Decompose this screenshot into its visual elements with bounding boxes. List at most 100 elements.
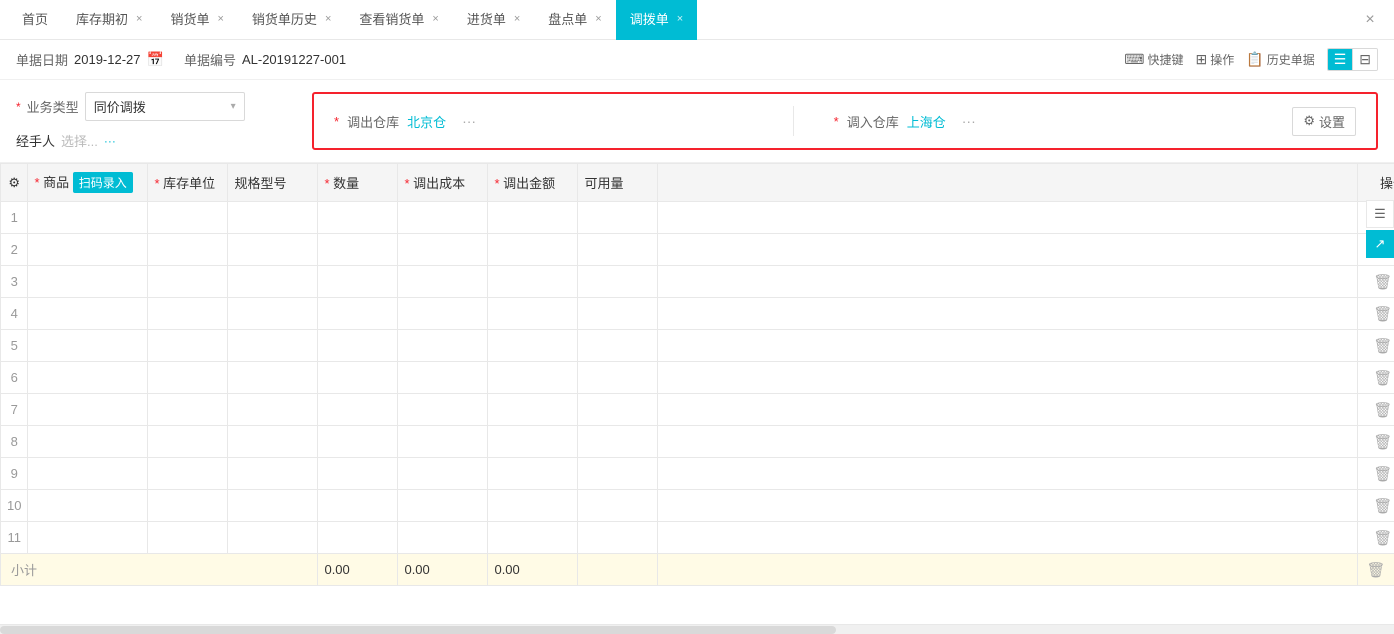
- cell-cost-2[interactable]: [398, 234, 488, 266]
- cell-available-9[interactable]: [578, 458, 658, 490]
- cell-spec-7[interactable]: [228, 394, 318, 426]
- tab-transfer-close[interactable]: ×: [677, 13, 683, 25]
- cell-cost-8[interactable]: [398, 426, 488, 458]
- cell-qty-5[interactable]: [318, 330, 398, 362]
- operation-action[interactable]: ⊞ 操作: [1196, 51, 1235, 68]
- window-close-button[interactable]: ×: [1354, 4, 1386, 36]
- delete-icon-4[interactable]: 🗑: [1373, 306, 1392, 323]
- shortcut-action[interactable]: ⌨ 快捷键: [1124, 51, 1183, 68]
- horizontal-scrollbar[interactable]: [0, 624, 1394, 634]
- tab-inventory-check[interactable]: 盘点单 ×: [534, 0, 615, 40]
- cell-amount-10[interactable]: [488, 490, 578, 522]
- cell-cost-9[interactable]: [398, 458, 488, 490]
- cell-amount-4[interactable]: [488, 298, 578, 330]
- cell-product-5[interactable]: [28, 330, 148, 362]
- cell-spec-2[interactable]: [228, 234, 318, 266]
- settings-button[interactable]: ⚙ 设置: [1292, 107, 1356, 136]
- cell-amount-6[interactable]: [488, 362, 578, 394]
- cell-available-1[interactable]: [578, 202, 658, 234]
- tab-purchase-order[interactable]: 进货单 ×: [453, 0, 534, 40]
- cell-cost-1[interactable]: [398, 202, 488, 234]
- cell-spec-8[interactable]: [228, 426, 318, 458]
- cell-amount-2[interactable]: [488, 234, 578, 266]
- cell-unit-9[interactable]: [148, 458, 228, 490]
- tab-purchase-order-close[interactable]: ×: [514, 13, 520, 25]
- cell-spec-10[interactable]: [228, 490, 318, 522]
- cell-unit-8[interactable]: [148, 426, 228, 458]
- cell-spec-3[interactable]: [228, 266, 318, 298]
- cell-spec-5[interactable]: [228, 330, 318, 362]
- cell-qty-8[interactable]: [318, 426, 398, 458]
- cell-product-10[interactable]: [28, 490, 148, 522]
- history-action[interactable]: 📋 历史单据: [1246, 51, 1314, 68]
- cell-spec-11[interactable]: [228, 522, 318, 554]
- delete-icon-11[interactable]: 🗑: [1373, 530, 1392, 547]
- cell-spec-9[interactable]: [228, 458, 318, 490]
- cell-spec-1[interactable]: [228, 202, 318, 234]
- tab-home[interactable]: 首页: [8, 0, 62, 40]
- delete-icon-8[interactable]: 🗑: [1373, 434, 1392, 451]
- cell-amount-7[interactable]: [488, 394, 578, 426]
- cell-amount-5[interactable]: [488, 330, 578, 362]
- cell-available-3[interactable]: [578, 266, 658, 298]
- cell-available-8[interactable]: [578, 426, 658, 458]
- warehouse-out-more-btn[interactable]: ···: [462, 113, 476, 129]
- tab-inventory-init-close[interactable]: ×: [136, 13, 142, 25]
- sidebar-list-btn[interactable]: ☰: [1366, 200, 1394, 228]
- list-view-btn[interactable]: ☰: [1328, 49, 1354, 70]
- cell-cost-7[interactable]: [398, 394, 488, 426]
- cell-amount-8[interactable]: [488, 426, 578, 458]
- delete-icon-9[interactable]: 🗑: [1373, 466, 1392, 483]
- cell-unit-6[interactable]: [148, 362, 228, 394]
- cell-qty-6[interactable]: [318, 362, 398, 394]
- cell-product-2[interactable]: [28, 234, 148, 266]
- cell-unit-7[interactable]: [148, 394, 228, 426]
- cell-unit-11[interactable]: [148, 522, 228, 554]
- cell-available-5[interactable]: [578, 330, 658, 362]
- cell-spec-4[interactable]: [228, 298, 318, 330]
- warehouse-in-more-btn[interactable]: ···: [962, 113, 976, 129]
- cell-qty-9[interactable]: [318, 458, 398, 490]
- subtotal-delete-icon[interactable]: 🗑: [1366, 562, 1385, 579]
- cell-qty-10[interactable]: [318, 490, 398, 522]
- cell-spec-6[interactable]: [228, 362, 318, 394]
- cell-available-4[interactable]: [578, 298, 658, 330]
- cell-product-8[interactable]: [28, 426, 148, 458]
- table-settings-icon[interactable]: ⚙: [8, 175, 20, 190]
- tab-sales-history-close[interactable]: ×: [325, 13, 331, 25]
- tab-transfer[interactable]: 调拨单 ×: [616, 0, 697, 40]
- cell-cost-6[interactable]: [398, 362, 488, 394]
- cell-qty-7[interactable]: [318, 394, 398, 426]
- cell-available-7[interactable]: [578, 394, 658, 426]
- business-type-select[interactable]: 同价调拨 ▾: [85, 92, 245, 121]
- cell-amount-9[interactable]: [488, 458, 578, 490]
- cell-available-6[interactable]: [578, 362, 658, 394]
- cell-unit-3[interactable]: [148, 266, 228, 298]
- agent-more-btn[interactable]: ···: [104, 134, 116, 148]
- cell-product-1[interactable]: [28, 202, 148, 234]
- tab-sales-order-close[interactable]: ×: [217, 13, 223, 25]
- cell-available-10[interactable]: [578, 490, 658, 522]
- tab-inventory-init[interactable]: 库存期初 ×: [62, 0, 156, 40]
- cell-qty-3[interactable]: [318, 266, 398, 298]
- cell-unit-10[interactable]: [148, 490, 228, 522]
- cell-unit-5[interactable]: [148, 330, 228, 362]
- scan-input-button[interactable]: 扫码录入: [73, 172, 133, 193]
- sidebar-expand-btn[interactable]: ↗: [1366, 230, 1394, 258]
- cell-qty-4[interactable]: [318, 298, 398, 330]
- cell-product-6[interactable]: [28, 362, 148, 394]
- delete-icon-10[interactable]: 🗑: [1373, 498, 1392, 515]
- calendar-icon[interactable]: 📅: [147, 51, 164, 68]
- tab-sales-order[interactable]: 销货单 ×: [156, 0, 237, 40]
- cell-qty-1[interactable]: [318, 202, 398, 234]
- delete-icon-5[interactable]: 🗑: [1373, 338, 1392, 355]
- tab-sales-history[interactable]: 销货单历史 ×: [238, 0, 345, 40]
- cell-unit-2[interactable]: [148, 234, 228, 266]
- cell-qty-2[interactable]: [318, 234, 398, 266]
- cell-cost-10[interactable]: [398, 490, 488, 522]
- cell-cost-3[interactable]: [398, 266, 488, 298]
- delete-icon-6[interactable]: 🗑: [1373, 370, 1392, 387]
- cell-cost-5[interactable]: [398, 330, 488, 362]
- scrollbar-thumb[interactable]: [0, 626, 836, 634]
- cell-unit-1[interactable]: [148, 202, 228, 234]
